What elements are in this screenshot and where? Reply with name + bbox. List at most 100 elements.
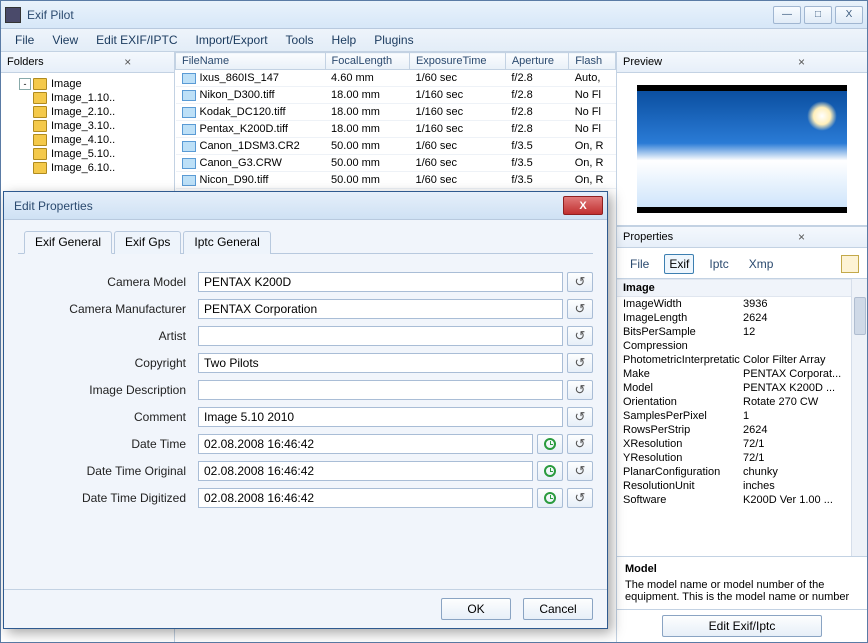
undo-button[interactable]: ↺ (567, 299, 593, 319)
date-time-original-input[interactable] (198, 461, 533, 481)
expander-icon[interactable]: - (19, 78, 31, 90)
tree-item[interactable]: Image_1.10.. (5, 91, 170, 105)
comment-input[interactable] (198, 407, 563, 427)
dialog-close-button[interactable]: X (563, 196, 603, 215)
property-row[interactable]: PlanarConfigurationchunky (617, 465, 851, 479)
properties-tab-iptc[interactable]: Iptc (704, 254, 733, 274)
image-description-input[interactable] (198, 380, 563, 400)
camera-model-input[interactable] (198, 272, 563, 292)
property-row[interactable]: ImageLength2624 (617, 311, 851, 325)
property-row[interactable]: SoftwareK200D Ver 1.00 ... (617, 493, 851, 507)
undo-button[interactable]: ↺ (567, 272, 593, 292)
clock-icon (544, 492, 556, 504)
table-row[interactable]: Ixus_860IS_1474.60 mm1/60 secf/2.8Auto, (176, 70, 616, 87)
property-row[interactable]: ModelPENTAX K200D ... (617, 381, 851, 395)
menu-tools[interactable]: Tools (278, 31, 322, 49)
tree-item[interactable]: Image_2.10.. (5, 105, 170, 119)
main-titlebar[interactable]: Exif Pilot — □ X (1, 1, 867, 29)
column-header-flash[interactable]: Flash (569, 53, 616, 70)
properties-tab-xmp[interactable]: Xmp (744, 254, 779, 274)
artist-input[interactable] (198, 326, 563, 346)
undo-button[interactable]: ↺ (567, 488, 593, 508)
cancel-button[interactable]: Cancel (523, 598, 593, 620)
property-row[interactable]: RowsPerStrip2624 (617, 423, 851, 437)
tree-root-label[interactable]: Image (51, 78, 82, 90)
window-minimize-button[interactable]: — (773, 6, 801, 24)
tree-item-label[interactable]: Image_2.10.. (51, 106, 115, 118)
property-value: 1 (743, 410, 845, 422)
tree-item[interactable]: Image_4.10.. (5, 133, 170, 147)
property-row[interactable]: SamplesPerPixel1 (617, 409, 851, 423)
table-row[interactable]: Nikon_D300.tiff18.00 mm1/160 secf/2.8No … (176, 87, 616, 104)
property-row[interactable]: MakePENTAX Corporat... (617, 367, 851, 381)
preview-close-icon[interactable]: × (742, 55, 861, 69)
form-label: Comment (18, 410, 198, 424)
menu-import-export[interactable]: Import/Export (188, 31, 276, 49)
menu-view[interactable]: View (44, 31, 86, 49)
properties-settings-icon[interactable] (841, 255, 859, 273)
form-label: Copyright (18, 356, 198, 370)
menu-help[interactable]: Help (324, 31, 365, 49)
form-row: Date Time↺ (18, 434, 593, 454)
clock-button[interactable] (537, 434, 563, 454)
table-row[interactable]: Canon_1DSM3.CR250.00 mm1/60 secf/3.5On, … (176, 138, 616, 155)
date-time-digitized-input[interactable] (198, 488, 533, 508)
tree-item[interactable]: Image_6.10.. (5, 161, 170, 175)
folders-close-icon[interactable]: × (88, 55, 169, 69)
undo-button[interactable]: ↺ (567, 461, 593, 481)
properties-scrollbar[interactable] (851, 279, 867, 556)
property-value: 72/1 (743, 438, 845, 450)
form-label: Image Description (18, 383, 198, 397)
tree-item-label[interactable]: Image_3.10.. (51, 120, 115, 132)
edit-exif-iptc-button[interactable]: Edit Exif/Iptc (662, 615, 822, 637)
column-header-filename[interactable]: FileName (176, 53, 326, 70)
dialog-tab-exif-general[interactable]: Exif General (24, 231, 112, 254)
undo-button[interactable]: ↺ (567, 380, 593, 400)
tree-item[interactable]: Image_5.10.. (5, 147, 170, 161)
column-header-focallength[interactable]: FocalLength (325, 53, 409, 70)
tree-item-label[interactable]: Image_1.10.. (51, 92, 115, 104)
table-row[interactable]: Kodak_DC120.tiff18.00 mm1/160 secf/2.8No… (176, 104, 616, 121)
menu-file[interactable]: File (7, 31, 42, 49)
property-row[interactable]: BitsPerSample12 (617, 325, 851, 339)
tree-item-label[interactable]: Image_6.10.. (51, 162, 115, 174)
undo-button[interactable]: ↺ (567, 407, 593, 427)
dialog-titlebar[interactable]: Edit Properties X (4, 192, 607, 220)
tree-item-label[interactable]: Image_5.10.. (51, 148, 115, 160)
table-row[interactable]: Canon_G3.CRW50.00 mm1/60 secf/3.5On, R (176, 155, 616, 172)
camera-manufacturer-input[interactable] (198, 299, 563, 319)
properties-close-icon[interactable]: × (742, 230, 861, 244)
undo-button[interactable]: ↺ (567, 434, 593, 454)
properties-list[interactable]: ImageImageWidth3936ImageLength2624BitsPe… (617, 279, 851, 556)
property-row[interactable]: ImageWidth3936 (617, 297, 851, 311)
menu-edit-exif-iptc[interactable]: Edit EXIF/IPTC (88, 31, 185, 49)
table-row[interactable]: Nicon_D90.tiff50.00 mm1/60 secf/3.5On, R (176, 172, 616, 189)
property-key: YResolution (623, 452, 743, 464)
scroll-thumb[interactable] (854, 297, 866, 335)
undo-button[interactable]: ↺ (567, 353, 593, 373)
property-row[interactable]: YResolution72/1 (617, 451, 851, 465)
clock-button[interactable] (537, 461, 563, 481)
copyright-input[interactable] (198, 353, 563, 373)
properties-tab-file[interactable]: File (625, 254, 654, 274)
window-close-button[interactable]: X (835, 6, 863, 24)
ok-button[interactable]: OK (441, 598, 511, 620)
date-time-input[interactable] (198, 434, 533, 454)
menu-plugins[interactable]: Plugins (366, 31, 421, 49)
property-row[interactable]: ResolutionUnitinches (617, 479, 851, 493)
dialog-tab-exif-gps[interactable]: Exif Gps (114, 231, 181, 254)
property-row[interactable]: XResolution72/1 (617, 437, 851, 451)
property-row[interactable]: PhotometricInterpretaticColor Filter Arr… (617, 353, 851, 367)
table-row[interactable]: Pentax_K200D.tiff18.00 mm1/160 secf/2.8N… (176, 121, 616, 138)
property-row[interactable]: OrientationRotate 270 CW (617, 395, 851, 409)
clock-button[interactable] (537, 488, 563, 508)
tree-item-label[interactable]: Image_4.10.. (51, 134, 115, 146)
column-header-exposuretime[interactable]: ExposureTime (409, 53, 505, 70)
tree-item[interactable]: Image_3.10.. (5, 119, 170, 133)
window-maximize-button[interactable]: □ (804, 6, 832, 24)
property-row[interactable]: Compression (617, 339, 851, 353)
column-header-aperture[interactable]: Aperture (505, 53, 568, 70)
dialog-tab-iptc-general[interactable]: Iptc General (183, 231, 270, 254)
properties-tab-exif[interactable]: Exif (664, 254, 694, 274)
undo-button[interactable]: ↺ (567, 326, 593, 346)
